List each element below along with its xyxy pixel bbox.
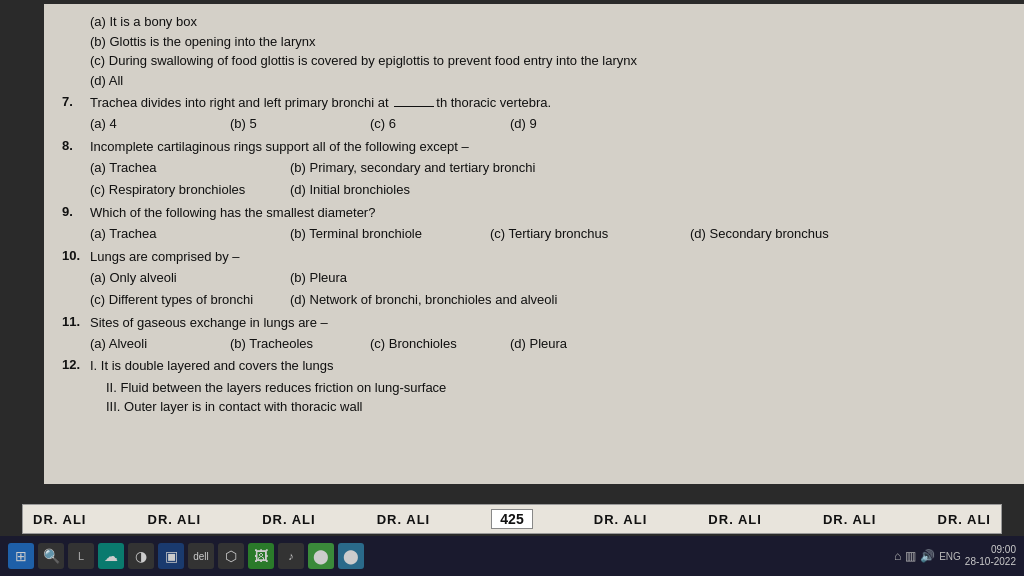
q6-block: (a) It is a bony box (b) Glottis is the … xyxy=(62,12,1006,90)
q6-opt-c: (c) During swallowing of food glottis is… xyxy=(90,51,1006,71)
footer-label-1: DR. ALI xyxy=(33,512,86,527)
q12-text: I. It is double layered and covers the l… xyxy=(90,357,334,375)
footer-label-6: DR. ALI xyxy=(708,512,761,527)
photos-icon[interactable]: 🖼 xyxy=(248,543,274,569)
q7-block: 7. Trachea divides into right and left p… xyxy=(62,94,1006,134)
q11-options: (a) Alveoli (b) Tracheoles (c) Bronchiol… xyxy=(90,334,1006,354)
q7-number: 7. xyxy=(62,94,90,109)
taskbar-right: ⌂ ▥ 🔊 ENG 09:00 28-10-2022 xyxy=(894,544,1016,568)
q9-block: 9. Which of the following has the smalle… xyxy=(62,204,1006,244)
green-icon[interactable]: ⬤ xyxy=(338,543,364,569)
q10-opt-a: (a) Only alveoli xyxy=(90,268,290,288)
q8-opt-c: (c) Respiratory bronchioles xyxy=(90,180,290,200)
footer-label-4: DR. ALI xyxy=(377,512,430,527)
q7-opt-c: (c) 6 xyxy=(370,114,510,134)
q8-opt-b: (b) Primary, secondary and tertiary bron… xyxy=(290,158,610,178)
lang-icon: ENG xyxy=(939,551,961,562)
q11-opt-d: (d) Pleura xyxy=(510,334,650,354)
q7-blank xyxy=(394,106,434,107)
footer-label-8: DR. ALI xyxy=(938,512,991,527)
volume-icon: 🔊 xyxy=(920,549,935,563)
q8-number: 8. xyxy=(62,138,90,153)
q7-options: (a) 4 (b) 5 (c) 6 (d) 9 xyxy=(90,114,1006,134)
q12-item-1: II. Fluid between the layers reduces fri… xyxy=(106,378,1006,398)
q11-opt-a: (a) Alveoli xyxy=(90,334,230,354)
q8-opt-d: (d) Initial bronchioles xyxy=(290,180,610,200)
taskview-icon[interactable]: L xyxy=(68,543,94,569)
q10-opt-d: (d) Network of bronchi, bronchioles and … xyxy=(290,290,610,310)
q11-opt-b: (b) Tracheoles xyxy=(230,334,370,354)
q10-text: Lungs are comprised by – xyxy=(90,248,240,266)
q9-text: Which of the following has the smallest … xyxy=(90,204,375,222)
q9-number: 9. xyxy=(62,204,90,219)
start-button[interactable]: ⊞ xyxy=(8,543,34,569)
q11-opt-c: (c) Bronchioles xyxy=(370,334,510,354)
q8-line: 8. Incomplete cartilaginous rings suppor… xyxy=(62,138,1006,156)
q12-number: 12. xyxy=(62,357,90,372)
q7-text: Trachea divides into right and left prim… xyxy=(90,94,551,112)
q8-block: 8. Incomplete cartilaginous rings suppor… xyxy=(62,138,1006,200)
q12-line: 12. I. It is double layered and covers t… xyxy=(62,357,1006,375)
q10-block: 10. Lungs are comprised by – (a) Only al… xyxy=(62,248,1006,310)
q9-opt-a: (a) Trachea xyxy=(90,224,290,244)
folder-icon[interactable]: ▣ xyxy=(158,543,184,569)
q8-opt-a: (a) Trachea xyxy=(90,158,290,178)
q10-options-2: (c) Different types of bronchi (d) Netwo… xyxy=(90,290,1006,310)
q11-line: 11. Sites of gaseous exchange in lungs a… xyxy=(62,314,1006,332)
q8-options-2: (c) Respiratory bronchioles (d) Initial … xyxy=(90,180,1006,200)
moon-icon[interactable]: ◑ xyxy=(128,543,154,569)
q7-line: 7. Trachea divides into right and left p… xyxy=(62,94,1006,112)
q9-opt-b: (b) Terminal bronchiole xyxy=(290,224,490,244)
media-icon[interactable]: ⬤ xyxy=(308,543,334,569)
q10-number: 10. xyxy=(62,248,90,263)
time-display: 09:00 28-10-2022 xyxy=(965,544,1016,568)
q9-options: (a) Trachea (b) Terminal bronchiole (c) … xyxy=(90,224,1006,244)
wifi-icon: ⌂ xyxy=(894,549,901,563)
browser-icon[interactable]: ☁ xyxy=(98,543,124,569)
main-content: (a) It is a bony box (b) Glottis is the … xyxy=(44,4,1024,484)
q6-opt-b: (b) Glottis is the opening into the lary… xyxy=(90,32,1006,52)
footer-label-7: DR. ALI xyxy=(823,512,876,527)
q11-text: Sites of gaseous exchange in lungs are – xyxy=(90,314,328,332)
music-icon[interactable]: ♪ xyxy=(278,543,304,569)
footer-label-2: DR. ALI xyxy=(148,512,201,527)
q10-opt-b: (b) Pleura xyxy=(290,268,490,288)
q10-opt-c: (c) Different types of bronchi xyxy=(90,290,290,310)
q6-opt-d: (d) All xyxy=(90,71,1006,91)
taskbar: ⊞ 🔍 L ☁ ◑ ▣ dell ⬡ 🖼 ♪ ⬤ ⬤ ⌂ ▥ 🔊 ENG 09:… xyxy=(0,536,1024,576)
search-icon[interactable]: 🔍 xyxy=(38,543,64,569)
battery-icon: ▥ xyxy=(905,549,916,563)
q9-opt-c: (c) Tertiary bronchus xyxy=(490,224,690,244)
dell-icon[interactable]: dell xyxy=(188,543,214,569)
q7-opt-d: (d) 9 xyxy=(510,114,650,134)
footer-bar: DR. ALI DR. ALI DR. ALI DR. ALI 425 DR. … xyxy=(22,504,1002,534)
footer-label-5: DR. ALI xyxy=(594,512,647,527)
mail-icon[interactable]: ⬡ xyxy=(218,543,244,569)
q7-opt-b: (b) 5 xyxy=(230,114,370,134)
q8-options: (a) Trachea (b) Primary, secondary and t… xyxy=(90,158,1006,178)
footer-page: 425 xyxy=(491,509,532,529)
q11-block: 11. Sites of gaseous exchange in lungs a… xyxy=(62,314,1006,354)
q10-line: 10. Lungs are comprised by – xyxy=(62,248,1006,266)
footer-label-3: DR. ALI xyxy=(262,512,315,527)
date-display: 28-10-2022 xyxy=(965,556,1016,568)
q6-opt-a: (a) It is a bony box xyxy=(90,12,1006,32)
q12-block: 12. I. It is double layered and covers t… xyxy=(62,357,1006,416)
q11-number: 11. xyxy=(62,314,90,329)
q7-opt-a: (a) 4 xyxy=(90,114,230,134)
q9-opt-d: (d) Secondary bronchus xyxy=(690,224,890,244)
clock: 09:00 xyxy=(965,544,1016,556)
q10-options-1: (a) Only alveoli (b) Pleura xyxy=(90,268,1006,288)
q9-line: 9. Which of the following has the smalle… xyxy=(62,204,1006,222)
q12-item-2: III. Outer layer is in contact with thor… xyxy=(106,397,1006,417)
q8-text: Incomplete cartilaginous rings support a… xyxy=(90,138,469,156)
